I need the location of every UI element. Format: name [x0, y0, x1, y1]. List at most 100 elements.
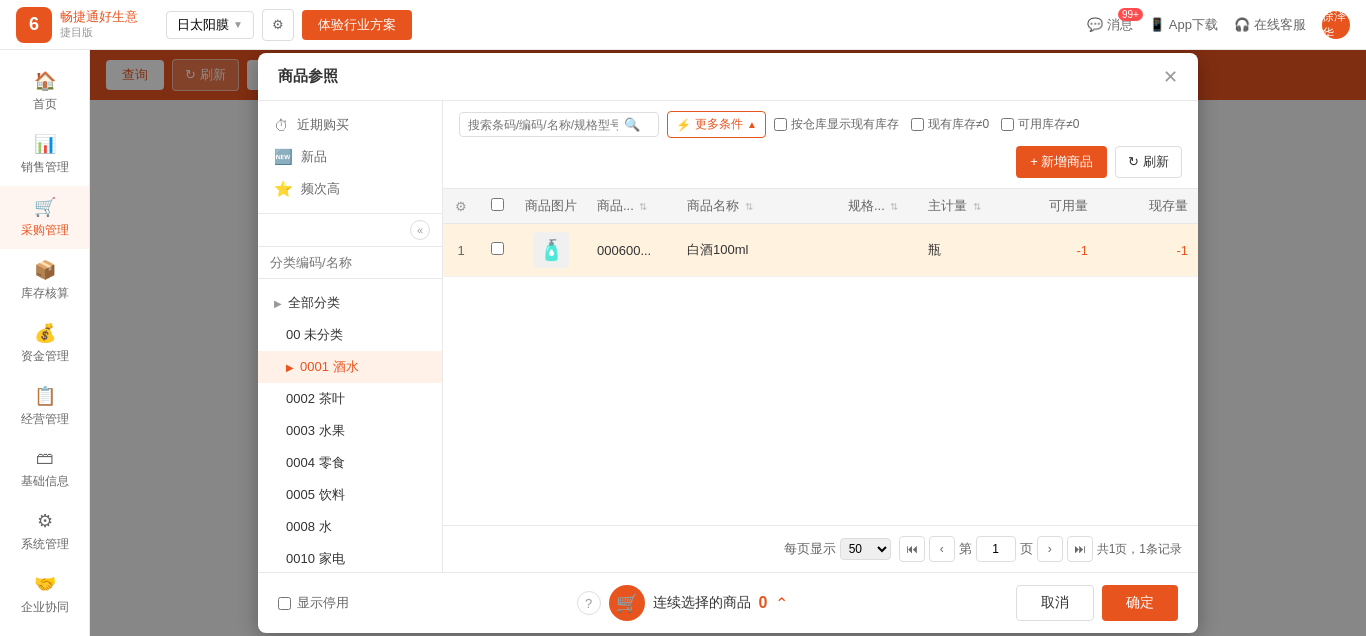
row-checkbox-cell[interactable] — [479, 224, 515, 277]
purchase-icon: 🛒 — [34, 196, 56, 218]
sidebar-item-inventory[interactable]: 📦 库存核算 — [0, 249, 89, 312]
checkbox-show-stock[interactable]: 按仓库显示现有库存 — [774, 116, 899, 133]
cancel-button[interactable]: 取消 — [1016, 585, 1094, 621]
cat-item-all[interactable]: ▶ 全部分类 — [258, 287, 442, 319]
more-filter-button[interactable]: ⚡ 更多条件 ▲ — [667, 111, 766, 138]
footer-right: 取消 确定 — [1016, 585, 1178, 621]
selected-text: 连续选择的商品 — [653, 594, 751, 612]
page-number-input[interactable] — [976, 536, 1016, 562]
logo-area: 6 畅捷通好生意 捷目版 — [16, 7, 146, 43]
checkbox-nonzero-stock-label: 现有库存≠0 — [928, 116, 989, 133]
toolbar-right: + 新增商品 ↻ 刷新 — [1016, 146, 1182, 178]
quick-label-frequent: 频次高 — [301, 180, 340, 198]
cat-item-0003[interactable]: 0003 水果 — [258, 415, 442, 447]
modal-header: 商品参照 ✕ — [258, 53, 1198, 101]
col-name-header[interactable]: 商品名称 ⇅ — [677, 189, 838, 224]
checkbox-nonzero-stock-input[interactable] — [911, 118, 924, 131]
modal-close-button[interactable]: ✕ — [1163, 68, 1178, 86]
table-row[interactable]: 1 🧴 00 — [443, 224, 1198, 277]
checkbox-show-stock-input[interactable] — [774, 118, 787, 131]
user-avatar[interactable]: 徐泽华 — [1322, 11, 1350, 39]
store-name: 日太阳膜 — [177, 16, 229, 34]
quick-recent-purchase[interactable]: ⏱ 近期购买 — [258, 109, 442, 141]
quick-label-new: 新品 — [301, 148, 327, 166]
sidebar-item-home[interactable]: 🏠 首页 — [0, 60, 89, 123]
quick-frequent[interactable]: ⭐ 频次高 — [258, 173, 442, 205]
sidebar-item-guide[interactable]: 📖 新手引导 — [0, 626, 89, 636]
sidebar: 🏠 首页 📊 销售管理 🛒 采购管理 📦 库存核算 💰 资金管理 📋 经营管理 … — [0, 50, 90, 636]
confirm-button[interactable]: 确定 — [1102, 585, 1178, 621]
sidebar-item-finance[interactable]: 💰 资金管理 — [0, 312, 89, 375]
experience-button[interactable]: 体验行业方案 — [302, 10, 412, 40]
checkbox-show-stock-label: 按仓库显示现有库存 — [791, 116, 899, 133]
sidebar-label-home: 首页 — [33, 96, 57, 113]
product-image-cell: 🧴 — [515, 224, 587, 277]
footer-center: ? 🛒 连续选择的商品 0 ⌃ — [361, 585, 1004, 621]
col-unit-header[interactable]: 主计量 ⇅ — [918, 189, 998, 224]
cart-button[interactable]: 🛒 — [609, 585, 645, 621]
add-product-button[interactable]: + 新增商品 — [1016, 146, 1107, 178]
sidebar-item-basic[interactable]: 🗃 基础信息 — [0, 438, 89, 500]
footer-left: 显示停用 — [278, 594, 349, 612]
col-spec-header[interactable]: 规格... ⇅ — [838, 189, 918, 224]
checkbox-nonzero-available-input[interactable] — [1001, 118, 1014, 131]
cat-item-0005[interactable]: 0005 饮料 — [258, 479, 442, 511]
refresh-button[interactable]: ↻ 刷新 — [1115, 146, 1182, 178]
message-badge: 99 — [1118, 8, 1143, 21]
sidebar-item-sales[interactable]: 📊 销售管理 — [0, 123, 89, 186]
checkbox-nonzero-available[interactable]: 可用库存≠0 — [1001, 116, 1079, 133]
col-settings[interactable]: ⚙ — [443, 189, 479, 224]
show-disabled-input[interactable] — [278, 597, 291, 610]
sidebar-item-purchase[interactable]: 🛒 采购管理 — [0, 186, 89, 249]
online-service-button[interactable]: 🎧 在线客服 — [1234, 16, 1306, 34]
collapse-footer-button[interactable]: ⌃ — [775, 594, 788, 613]
sidebar-label-system: 系统管理 — [21, 536, 69, 553]
filter-arrow-icon: ▲ — [747, 119, 757, 130]
product-available-cell: -1 — [998, 224, 1098, 277]
cat-item-0010[interactable]: 0010 家电 — [258, 543, 442, 572]
quick-new-products[interactable]: 🆕 新品 — [258, 141, 442, 173]
app-label: App下载 — [1169, 16, 1218, 34]
next-page-button[interactable]: › — [1037, 536, 1063, 562]
sidebar-item-system[interactable]: ⚙ 系统管理 — [0, 500, 89, 563]
page-navigation: ⏮ ‹ 第 页 › ⏭ 共1页，1条记录 — [899, 536, 1182, 562]
cat-item-0001[interactable]: ▶ 0001 酒水 — [258, 351, 442, 383]
inventory-icon: 📦 — [34, 259, 56, 281]
col-stock-header: 现存量 — [1098, 189, 1198, 224]
per-page-select[interactable]: 50 100 200 — [840, 538, 891, 560]
sort-icon-unit: ⇅ — [973, 201, 981, 212]
per-page-selector: 每页显示 50 100 200 — [784, 538, 891, 560]
cat-item-0004[interactable]: 0004 零食 — [258, 447, 442, 479]
store-selector[interactable]: 日太阳膜 ▼ — [166, 11, 254, 39]
help-button[interactable]: ? — [577, 591, 601, 615]
select-all-checkbox[interactable] — [491, 198, 504, 211]
settings-button[interactable]: ⚙ — [262, 9, 294, 41]
collapse-button[interactable]: « — [410, 220, 430, 240]
cat-item-0002[interactable]: 0002 茶叶 — [258, 383, 442, 415]
main-layout: 🏠 首页 📊 销售管理 🛒 采购管理 📦 库存核算 💰 资金管理 📋 经营管理 … — [0, 50, 1366, 636]
cat-arrow-all: ▶ — [274, 298, 282, 309]
product-thumbnail: 🧴 — [533, 232, 569, 268]
col-code-header[interactable]: 商品... ⇅ — [587, 189, 677, 224]
prev-page-button[interactable]: ‹ — [929, 536, 955, 562]
cat-item-0008[interactable]: 0008 水 — [258, 511, 442, 543]
search-icon[interactable]: 🔍 — [624, 117, 640, 132]
product-search-input[interactable] — [468, 118, 618, 132]
app-download-button[interactable]: 📱 App下载 — [1149, 16, 1218, 34]
category-search-input[interactable] — [270, 255, 438, 270]
filter-icon: ⚡ — [676, 118, 691, 132]
messages-button[interactable]: 💬 消息 99 — [1087, 16, 1133, 34]
row-checkbox[interactable] — [491, 242, 504, 255]
last-page-button[interactable]: ⏭ — [1067, 536, 1093, 562]
show-disabled-checkbox[interactable]: 显示停用 — [278, 594, 349, 612]
operation-icon: 📋 — [34, 385, 56, 407]
modal-overlay: 商品参照 ✕ ⏱ 近期购买 🆕 — [90, 50, 1366, 636]
first-page-button[interactable]: ⏮ — [899, 536, 925, 562]
product-table-wrapper: ⚙ 商品图片 商品... ⇅ — [443, 189, 1198, 525]
checkbox-nonzero-stock[interactable]: 现有库存≠0 — [911, 116, 989, 133]
sidebar-item-enterprise[interactable]: 🤝 企业协同 — [0, 563, 89, 626]
sidebar-item-operation[interactable]: 📋 经营管理 — [0, 375, 89, 438]
cat-item-00[interactable]: 00 未分类 — [258, 319, 442, 351]
sidebar-label-finance: 资金管理 — [21, 348, 69, 365]
quick-label-recent: 近期购买 — [297, 116, 349, 134]
